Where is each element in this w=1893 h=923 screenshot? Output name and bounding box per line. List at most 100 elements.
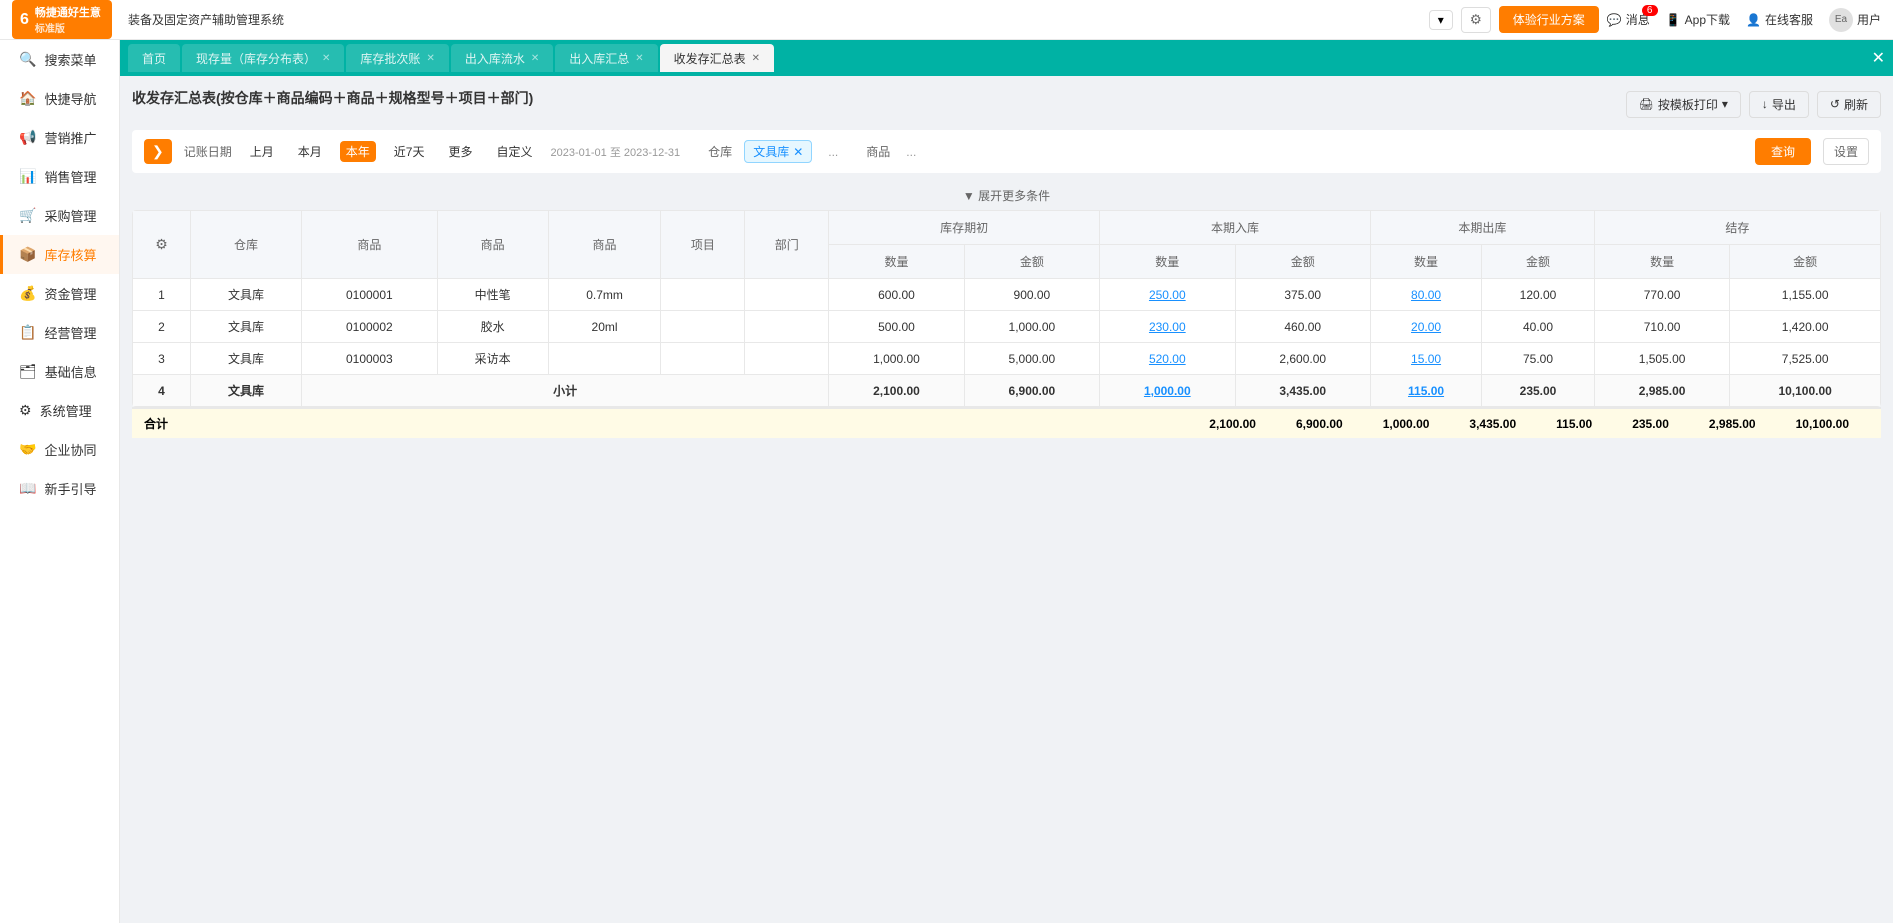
tab-inout-flow[interactable]: 出入库流水 ✕ [451,44,553,72]
sidebar-item-guide[interactable]: 📖 新手引导 [0,469,119,508]
tab-bar-close-button[interactable]: ✕ [1872,48,1885,68]
th-spec: 商品 [548,211,661,279]
subtotal-out-qty[interactable]: 115.00 [1370,375,1481,407]
subtotal-bal-amt: 10,100.00 [1730,375,1881,407]
goods-more-btn[interactable]: ... [906,145,916,159]
top-header: 6 畅捷通好生意 标准版 装备及固定资产辅助管理系统 ▾ ⚙ 体验行业方案 💬 … [0,0,1893,40]
user-item[interactable]: Ea 用户 [1829,8,1881,32]
search-icon: 🔍 [19,51,36,68]
th-settings: ⚙ [133,211,191,279]
footer-out-amt: 235.00 [1632,417,1669,431]
tab-batch-close[interactable]: ✕ [426,53,434,64]
sidebar-item-sales[interactable]: 📊 销售管理 [0,157,119,196]
tab-batch[interactable]: 库存批次账 ✕ [346,44,448,72]
tab-home[interactable]: 首页 [128,44,180,72]
sidebar-item-basic[interactable]: 🗂 基础信息 [0,352,119,391]
expand-more-row[interactable]: ▼ 展开更多条件 [132,181,1881,210]
query-button[interactable]: 查询 [1755,138,1811,165]
message-item[interactable]: 💬 消息 6 [1607,11,1650,28]
cell-project [661,279,745,311]
th-out-amt: 金额 [1482,245,1595,279]
warehouse-more-btn[interactable]: ... [828,145,838,159]
home-icon: 🏠 [19,90,36,107]
sidebar-item-search[interactable]: 🔍 搜索菜单 [0,40,119,79]
cell-warehouse: 文具库 [190,311,301,343]
guide-icon: 📖 [19,480,36,497]
cell-open-amt: 5,000.00 [964,343,1099,375]
service-icon: 👤 [1746,13,1761,27]
cell-no: 2 [133,311,191,343]
date-range-display: 2023-01-01 至 2023-12-31 [551,144,681,160]
expand-more-btn[interactable]: ▼ 展开更多条件 [963,189,1050,203]
basic-icon: 🗂 [19,363,37,380]
footer-in-qty: 1,000.00 [1383,417,1430,431]
settings-button[interactable]: 设置 [1823,138,1869,165]
btn-week[interactable]: 近7天 [388,141,431,162]
sidebar-item-marketing[interactable]: 📢 营销推广 [0,118,119,157]
sidebar-item-cooperation[interactable]: 🤝 企业协同 [0,430,119,469]
tab-inout-summary-close[interactable]: ✕ [635,53,643,64]
gear-button[interactable]: ⚙ [1461,7,1491,33]
sidebar-item-finance[interactable]: 💰 资金管理 [0,274,119,313]
cell-name: 中性笔 [437,279,548,311]
cell-in-qty[interactable]: 520.00 [1100,343,1235,375]
logo-area: 6 畅捷通好生意 标准版 [12,0,112,39]
btn-this-year[interactable]: 本年 [340,141,376,162]
subtotal-out-amt: 235.00 [1482,375,1595,407]
sidebar-label-purchase: 采购管理 [44,206,96,225]
filter-toggle-button[interactable]: ❯ [144,139,172,164]
btn-more-date[interactable]: 更多 [442,141,478,162]
tab-recv-send[interactable]: 收发存汇总表 ✕ [660,44,774,72]
app-download-label: App下载 [1685,11,1730,28]
data-table: ⚙ 仓库 商品 商品 商品 项目 部门 库存期初 本期入库 本期出库 结存 [132,210,1881,407]
warehouse-tag-close[interactable]: ✕ [793,145,803,159]
table-settings-icon[interactable]: ⚙ [155,236,168,253]
tab-inventory-dist-label: 现存量（库存分布表） [196,50,316,67]
sidebar-item-operation[interactable]: 📋 经营管理 [0,313,119,352]
cell-out-qty[interactable]: 15.00 [1370,343,1481,375]
sidebar-label-sales: 销售管理 [44,167,96,186]
top-actions: 🖨 按模板打印 ▾ ↓ 导出 ↺ 刷新 [1626,91,1881,118]
table-footer: 合计 2,100.00 6,900.00 1,000.00 3,435.00 1… [132,407,1881,438]
th-bal-amt: 金额 [1730,245,1881,279]
cell-in-amt: 375.00 [1235,279,1370,311]
refresh-button[interactable]: ↺ 刷新 [1817,91,1881,118]
sidebar-item-purchase[interactable]: 🛒 采购管理 [0,196,119,235]
cell-in-qty[interactable]: 230.00 [1100,311,1235,343]
tab-inout-summary[interactable]: 出入库汇总 ✕ [555,44,657,72]
btn-this-month[interactable]: 本月 [292,141,328,162]
th-open-qty: 数量 [829,245,964,279]
system-dropdown[interactable]: ▾ [1429,10,1453,30]
app-download-item[interactable]: 📱 App下载 [1666,11,1730,28]
btn-last-month[interactable]: 上月 [244,141,280,162]
btn-custom-date[interactable]: 自定义 [491,141,539,162]
warehouse-tag[interactable]: 文具库 ✕ [744,140,812,163]
cell-out-qty[interactable]: 20.00 [1370,311,1481,343]
tab-inout-flow-close[interactable]: ✕ [531,53,539,64]
cell-warehouse: 文具库 [190,279,301,311]
cell-spec: 0.7mm [548,279,661,311]
subtotal-open-amt: 6,900.00 [964,375,1099,407]
print-label: 按模板打印 [1658,96,1718,113]
print-button[interactable]: 🖨 按模板打印 ▾ [1626,91,1741,118]
sidebar-item-inventory[interactable]: 📦 库存核算 [0,235,119,274]
download-icon: 📱 [1666,13,1681,27]
goods-label: 商品 [866,143,890,160]
tab-inventory-dist-close[interactable]: ✕ [322,53,330,64]
refresh-label: 刷新 [1844,96,1868,113]
experience-button[interactable]: 体验行业方案 [1499,6,1599,33]
th-dept: 部门 [745,211,829,279]
export-button[interactable]: ↓ 导出 [1749,91,1809,118]
footer-open-qty: 2,100.00 [1209,417,1256,431]
cell-in-qty[interactable]: 250.00 [1100,279,1235,311]
table-row: 2 文具库 0100002 胶水 20ml 500.00 1,000.00 23… [133,311,1881,343]
cell-open-qty: 1,000.00 [829,343,964,375]
tab-inventory-dist[interactable]: 现存量（库存分布表） ✕ [182,44,344,72]
subtotal-in-qty[interactable]: 1,000.00 [1100,375,1235,407]
sidebar-item-system[interactable]: ⚙ 系统管理 [0,391,119,430]
online-service-item[interactable]: 👤 在线客服 [1746,11,1813,28]
sidebar-item-quick-nav[interactable]: 🏠 快捷导航 [0,79,119,118]
tab-home-label: 首页 [142,50,166,67]
tab-recv-send-close[interactable]: ✕ [752,53,760,64]
cell-out-qty[interactable]: 80.00 [1370,279,1481,311]
